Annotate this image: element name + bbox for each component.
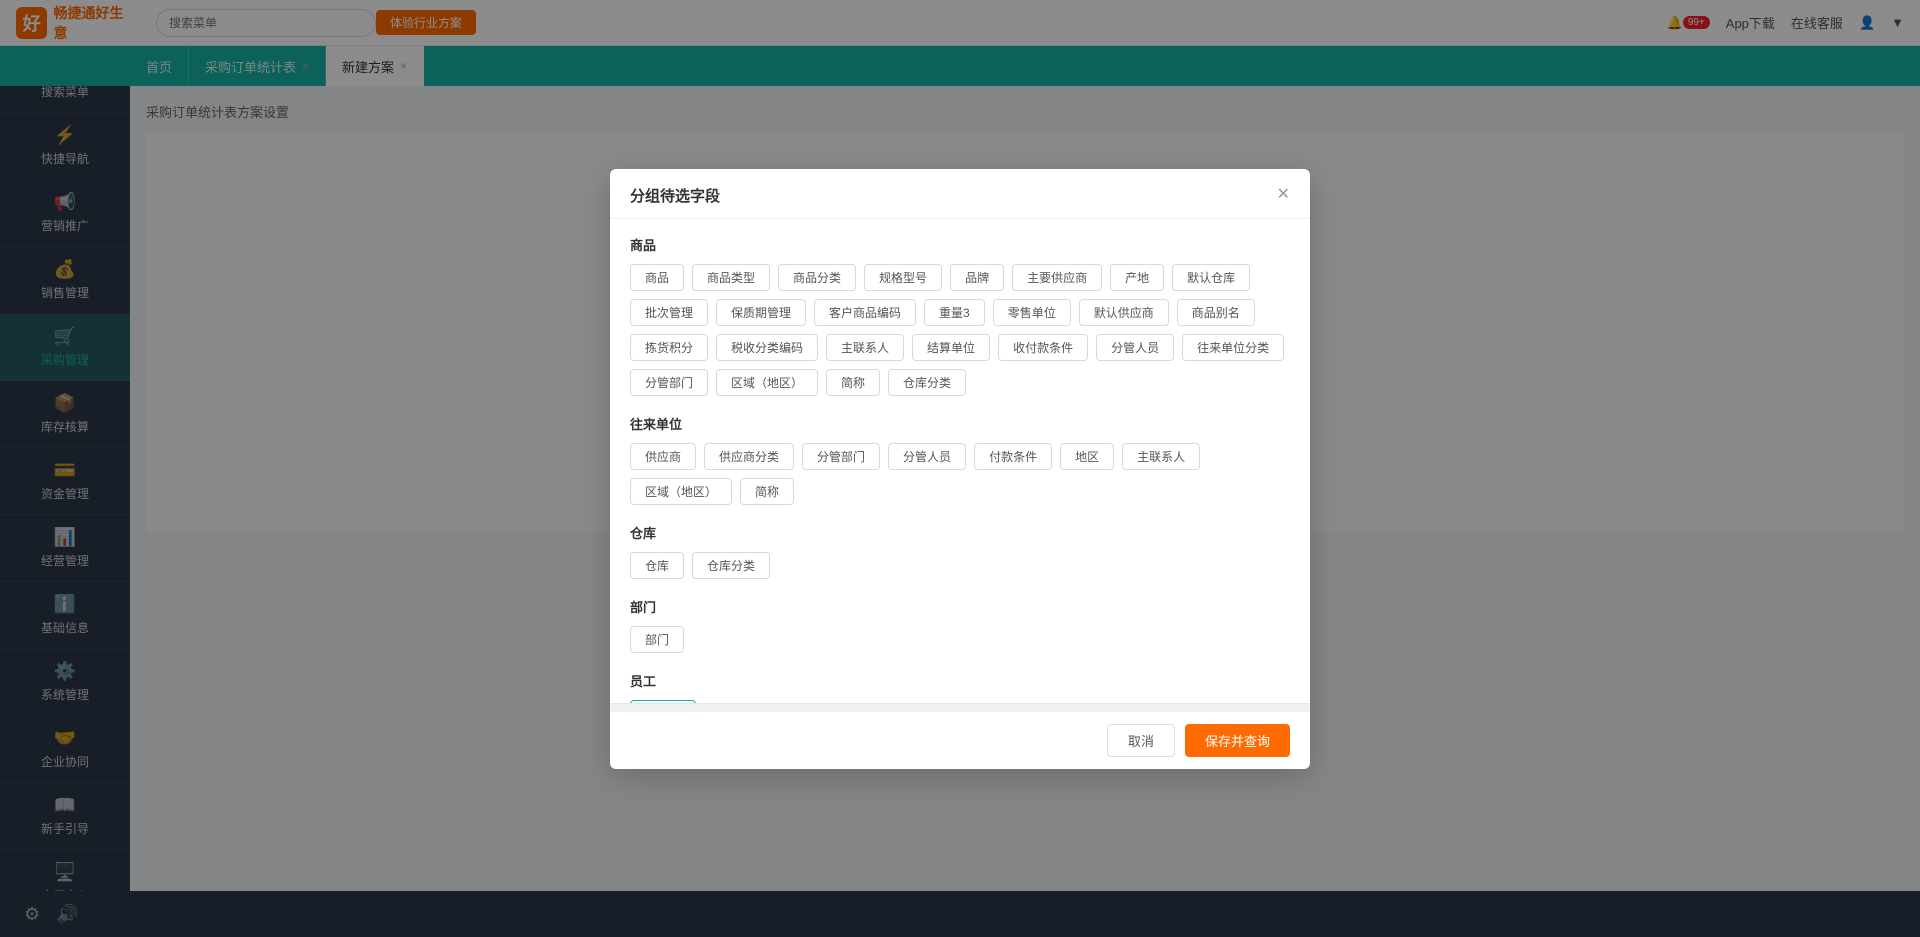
field-tag-0-2[interactable]: 商品分类 xyxy=(778,264,856,291)
field-tag-3-0[interactable]: 部门 xyxy=(630,626,684,653)
field-tag-0-0[interactable]: 商品 xyxy=(630,264,684,291)
field-tag-0-24[interactable]: 简称 xyxy=(826,369,880,396)
field-tag-0-21[interactable]: 往来单位分类 xyxy=(1182,334,1284,361)
field-section-2: 仓库仓库仓库分类 xyxy=(630,523,1290,579)
modal-confirm-btn[interactable]: 保存并查询 xyxy=(1185,724,1290,757)
field-tag-0-5[interactable]: 主要供应商 xyxy=(1012,264,1102,291)
field-section-3: 部门部门 xyxy=(630,597,1290,653)
section-title-4: 员工 xyxy=(630,671,1290,690)
field-tag-0-14[interactable]: 商品别名 xyxy=(1177,299,1255,326)
field-tag-0-1[interactable]: 商品类型 xyxy=(692,264,770,291)
field-tag-0-20[interactable]: 分管人员 xyxy=(1096,334,1174,361)
field-tag-1-8[interactable]: 简称 xyxy=(740,478,794,505)
field-tag-1-6[interactable]: 主联系人 xyxy=(1122,443,1200,470)
field-tag-0-13[interactable]: 默认供应商 xyxy=(1079,299,1169,326)
field-tag-0-4[interactable]: 品牌 xyxy=(950,264,1004,291)
field-section-1: 往来单位供应商供应商分类分管部门分管人员付款条件地区主联系人区域（地区） 简称 xyxy=(630,414,1290,505)
field-tag-0-19[interactable]: 收付款条件 xyxy=(998,334,1088,361)
modal-select-field: 分组待选字段 ✕ 商品商品商品类型商品分类规格型号品牌主要供应商产地默认仓库批次… xyxy=(610,169,1310,769)
modal-title: 分组待选字段 xyxy=(630,185,720,206)
field-tag-1-3[interactable]: 分管人员 xyxy=(888,443,966,470)
modal-body: 商品商品商品类型商品分类规格型号品牌主要供应商产地默认仓库批次管理保质期管理客户… xyxy=(610,219,1310,703)
field-section-0: 商品商品商品类型商品分类规格型号品牌主要供应商产地默认仓库批次管理保质期管理客户… xyxy=(630,235,1290,396)
field-tag-1-7[interactable]: 区域（地区） xyxy=(630,478,732,505)
field-section-4: 员工业务员 xyxy=(630,671,1290,703)
field-tag-0-10[interactable]: 客户商品编码 xyxy=(814,299,916,326)
modal-cancel-btn[interactable]: 取消 xyxy=(1107,724,1175,757)
field-tag-1-1[interactable]: 供应商分类 xyxy=(704,443,794,470)
modal-footer: 取消 保存并查询 xyxy=(610,711,1310,769)
field-tag-0-17[interactable]: 主联系人 xyxy=(826,334,904,361)
modal-hscroll xyxy=(610,703,1310,711)
field-tags-3: 部门 xyxy=(630,626,1290,653)
field-tag-0-23[interactable]: 区域（地区） xyxy=(716,369,818,396)
field-tag-1-0[interactable]: 供应商 xyxy=(630,443,696,470)
field-tag-0-22[interactable]: 分管部门 xyxy=(630,369,708,396)
field-tag-0-18[interactable]: 结算单位 xyxy=(912,334,990,361)
field-tag-1-5[interactable]: 地区 xyxy=(1060,443,1114,470)
field-tags-2: 仓库仓库分类 xyxy=(630,552,1290,579)
field-tag-0-6[interactable]: 产地 xyxy=(1110,264,1164,291)
field-tags-1: 供应商供应商分类分管部门分管人员付款条件地区主联系人区域（地区） 简称 xyxy=(630,443,1290,505)
field-tag-0-8[interactable]: 批次管理 xyxy=(630,299,708,326)
section-title-2: 仓库 xyxy=(630,523,1290,542)
field-tag-0-15[interactable]: 拣货积分 xyxy=(630,334,708,361)
field-tag-0-16[interactable]: 税收分类编码 xyxy=(716,334,818,361)
field-tag-2-1[interactable]: 仓库分类 xyxy=(692,552,770,579)
section-title-1: 往来单位 xyxy=(630,414,1290,433)
modal-close-btn[interactable]: ✕ xyxy=(1277,187,1290,203)
field-tag-0-11[interactable]: 重量3 xyxy=(924,299,985,326)
section-title-3: 部门 xyxy=(630,597,1290,616)
modal-header: 分组待选字段 ✕ xyxy=(610,169,1310,219)
field-tag-0-9[interactable]: 保质期管理 xyxy=(716,299,806,326)
field-tag-1-4[interactable]: 付款条件 xyxy=(974,443,1052,470)
field-tag-0-3[interactable]: 规格型号 xyxy=(864,264,942,291)
field-tag-0-12[interactable]: 零售单位 xyxy=(993,299,1071,326)
field-tag-0-25[interactable]: 仓库分类 xyxy=(888,369,966,396)
field-tag-2-0[interactable]: 仓库 xyxy=(630,552,684,579)
section-title-0: 商品 xyxy=(630,235,1290,254)
modal-overlay: 分组待选字段 ✕ 商品商品商品类型商品分类规格型号品牌主要供应商产地默认仓库批次… xyxy=(0,0,1920,937)
field-tag-1-2[interactable]: 分管部门 xyxy=(802,443,880,470)
field-tag-0-7[interactable]: 默认仓库 xyxy=(1172,264,1250,291)
field-tags-0: 商品商品类型商品分类规格型号品牌主要供应商产地默认仓库批次管理保质期管理客户商品… xyxy=(630,264,1290,396)
